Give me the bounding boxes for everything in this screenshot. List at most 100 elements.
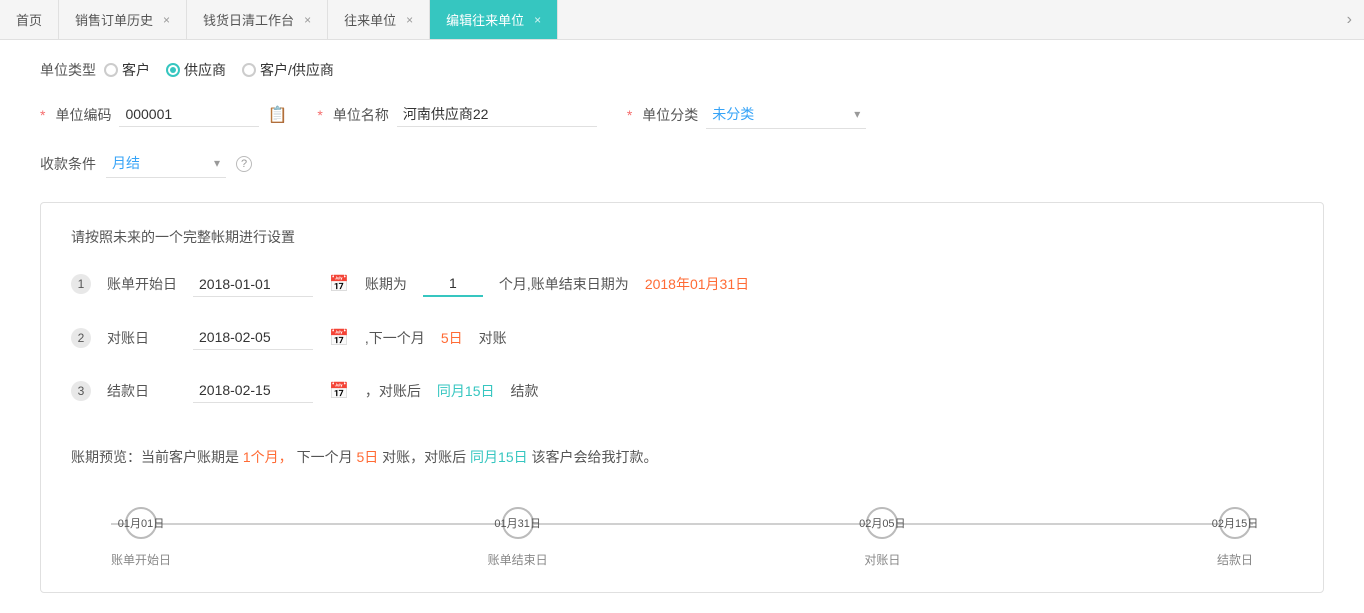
- tab-cash-label: 钱货日清工作台: [203, 10, 294, 29]
- radio-customer-circle: [104, 63, 118, 77]
- name-required-star: *: [317, 107, 322, 123]
- config-panel: 请按照未来的一个完整帐期进行设置 1 账单开始日 📅 账期为 个月,账单结束日期…: [40, 202, 1324, 593]
- code-name-category-section: * 单位编码 📋 * 单位名称 * 单位分类 未分类 ▾: [40, 100, 1324, 129]
- unit-type-label: 单位类型: [40, 60, 96, 80]
- unit-name-group: * 单位名称: [317, 102, 596, 127]
- unit-code-label: 单位编码: [55, 105, 111, 125]
- category-chevron-icon: ▾: [854, 107, 860, 121]
- cat-required-star: *: [627, 107, 632, 123]
- unit-category-value: 未分类: [712, 104, 846, 124]
- reconcile-date-cal-icon[interactable]: 📅: [329, 328, 349, 348]
- radio-both-label: 客户/供应商: [260, 60, 334, 80]
- tab-edit-partner[interactable]: 编辑往来单位 ×: [430, 0, 558, 39]
- payment-suffix-2: 结款: [511, 381, 539, 401]
- payment-select[interactable]: 月结 ▾: [106, 149, 226, 178]
- unit-category-label: 单位分类: [642, 105, 698, 125]
- reconcile-suffix-2: 对账: [479, 328, 507, 348]
- tab-partner-close[interactable]: ×: [406, 13, 413, 27]
- point-label-2: 账单结束日: [488, 551, 548, 568]
- point-dot-3: 02月05日: [866, 507, 898, 539]
- code-required-star: *: [40, 107, 45, 123]
- point-dot-2: 01月31日: [502, 507, 534, 539]
- timeline-point-4: 02月15日 结款日: [1217, 507, 1253, 568]
- unit-category-group: * 单位分类 未分类 ▾: [627, 100, 866, 129]
- row-3-label: 结款日: [107, 381, 177, 401]
- point-dot-1: 01月01日: [125, 507, 157, 539]
- tab-home-label: 首页: [16, 10, 42, 29]
- payment-highlight: 同月15日: [437, 381, 495, 401]
- row-num-1: 1: [71, 274, 91, 294]
- row-num-3: 3: [71, 381, 91, 401]
- point-label-1: 账单开始日: [111, 551, 171, 568]
- row-2-label: 对账日: [107, 328, 177, 348]
- tab-partner[interactable]: 往来单位 ×: [328, 0, 430, 39]
- unit-category-select[interactable]: 未分类 ▾: [706, 100, 866, 129]
- payment-date-input[interactable]: [193, 378, 313, 403]
- main-content: 单位类型 客户 供应商 客户/供应商 * 单位编码: [0, 40, 1364, 613]
- point-label-4: 结款日: [1217, 551, 1253, 568]
- period-label: 账期为: [365, 274, 407, 294]
- reconcile-date-input[interactable]: [193, 325, 313, 350]
- radio-supplier[interactable]: 供应商: [166, 60, 226, 80]
- help-icon[interactable]: ?: [236, 156, 252, 172]
- panel-title: 请按照未来的一个完整帐期进行设置: [71, 227, 1293, 247]
- unit-name-input[interactable]: [397, 102, 597, 127]
- config-row-2: 2 对账日 📅 ,下一个月 5日 对账: [71, 325, 1293, 350]
- timeline: 01月01日 账单开始日 01月31日 账单结束日 02月05日 对账日 02月…: [71, 507, 1293, 568]
- period-unit: 个月,账单结束日期为: [499, 274, 629, 294]
- reconcile-suffix-1: ,下一个月: [365, 328, 425, 348]
- payment-row: 收款条件 月结 ▾ ?: [40, 149, 1324, 178]
- start-date-cal-icon[interactable]: 📅: [329, 274, 349, 294]
- tab-cash-work[interactable]: 钱货日清工作台 ×: [187, 0, 328, 39]
- unit-code-input[interactable]: [119, 102, 259, 127]
- unit-type-section: 单位类型 客户 供应商 客户/供应商: [40, 60, 1324, 80]
- radio-group: 客户 供应商 客户/供应商: [104, 60, 334, 80]
- row-1-label: 账单开始日: [107, 274, 177, 294]
- preview-highlight-1: 1个月，: [243, 449, 293, 465]
- code-copy-icon[interactable]: 📋: [267, 105, 287, 125]
- unit-type-group: 单位类型 客户 供应商 客户/供应商: [40, 60, 334, 80]
- point-dot-4: 02月15日: [1219, 507, 1251, 539]
- radio-customer[interactable]: 客户: [104, 60, 150, 80]
- payment-chevron-icon: ▾: [214, 156, 220, 170]
- preview-highlight-3: 同月15日: [470, 449, 528, 465]
- reconcile-highlight: 5日: [441, 328, 463, 348]
- row-num-2: 2: [71, 328, 91, 348]
- unit-code-group: * 单位编码 📋: [40, 102, 287, 127]
- tab-sales-order-history[interactable]: 销售订单历史 ×: [59, 0, 187, 39]
- timeline-points: 01月01日 账单开始日 01月31日 账单结束日 02月05日 对账日 02月…: [111, 507, 1253, 568]
- payment-suffix-1: ，对账后: [365, 381, 421, 401]
- preview-row: 账期预览：当前客户账期是 1个月， 下一个月 5日 对账，对账后 同月15日 该…: [71, 431, 1293, 483]
- preview-highlight-2: 5日: [356, 449, 378, 465]
- point-label-3: 对账日: [864, 551, 900, 568]
- tab-expand-button[interactable]: ›: [1335, 11, 1364, 29]
- payment-date-cal-icon[interactable]: 📅: [329, 381, 349, 401]
- tab-sales-label: 销售订单历史: [75, 10, 153, 29]
- config-row-3: 3 结款日 📅 ，对账后 同月15日 结款: [71, 378, 1293, 403]
- tab-home[interactable]: 首页: [0, 0, 59, 39]
- preview-prefix: 账期预览：当前客户账期是: [71, 449, 239, 465]
- preview-middle-2: 对账，对账后: [382, 449, 466, 465]
- payment-value: 月结: [112, 153, 210, 173]
- radio-supplier-label: 供应商: [184, 60, 226, 80]
- tab-edit-label: 编辑往来单位: [446, 10, 524, 29]
- unit-name-label: 单位名称: [333, 105, 389, 125]
- tab-edit-close[interactable]: ×: [534, 13, 541, 27]
- radio-both[interactable]: 客户/供应商: [242, 60, 334, 80]
- config-row-1: 1 账单开始日 📅 账期为 个月,账单结束日期为 2018年01月31日: [71, 271, 1293, 297]
- radio-both-circle: [242, 63, 256, 77]
- tab-cash-close[interactable]: ×: [304, 13, 311, 27]
- radio-customer-label: 客户: [122, 60, 150, 80]
- tab-partner-label: 往来单位: [344, 10, 396, 29]
- preview-middle-1: 下一个月: [297, 449, 353, 465]
- start-date-input[interactable]: [193, 272, 313, 297]
- period-end-date: 2018年01月31日: [645, 274, 749, 294]
- period-months-input[interactable]: [423, 271, 483, 297]
- preview-suffix: 该客户会给我打款。: [532, 449, 658, 465]
- timeline-point-2: 01月31日 账单结束日: [488, 507, 548, 568]
- timeline-point-3: 02月05日 对账日: [864, 507, 900, 568]
- radio-supplier-circle: [166, 63, 180, 77]
- tab-sales-close[interactable]: ×: [163, 13, 170, 27]
- payment-label: 收款条件: [40, 154, 96, 174]
- tab-bar: 首页 销售订单历史 × 钱货日清工作台 × 往来单位 × 编辑往来单位 × ›: [0, 0, 1364, 40]
